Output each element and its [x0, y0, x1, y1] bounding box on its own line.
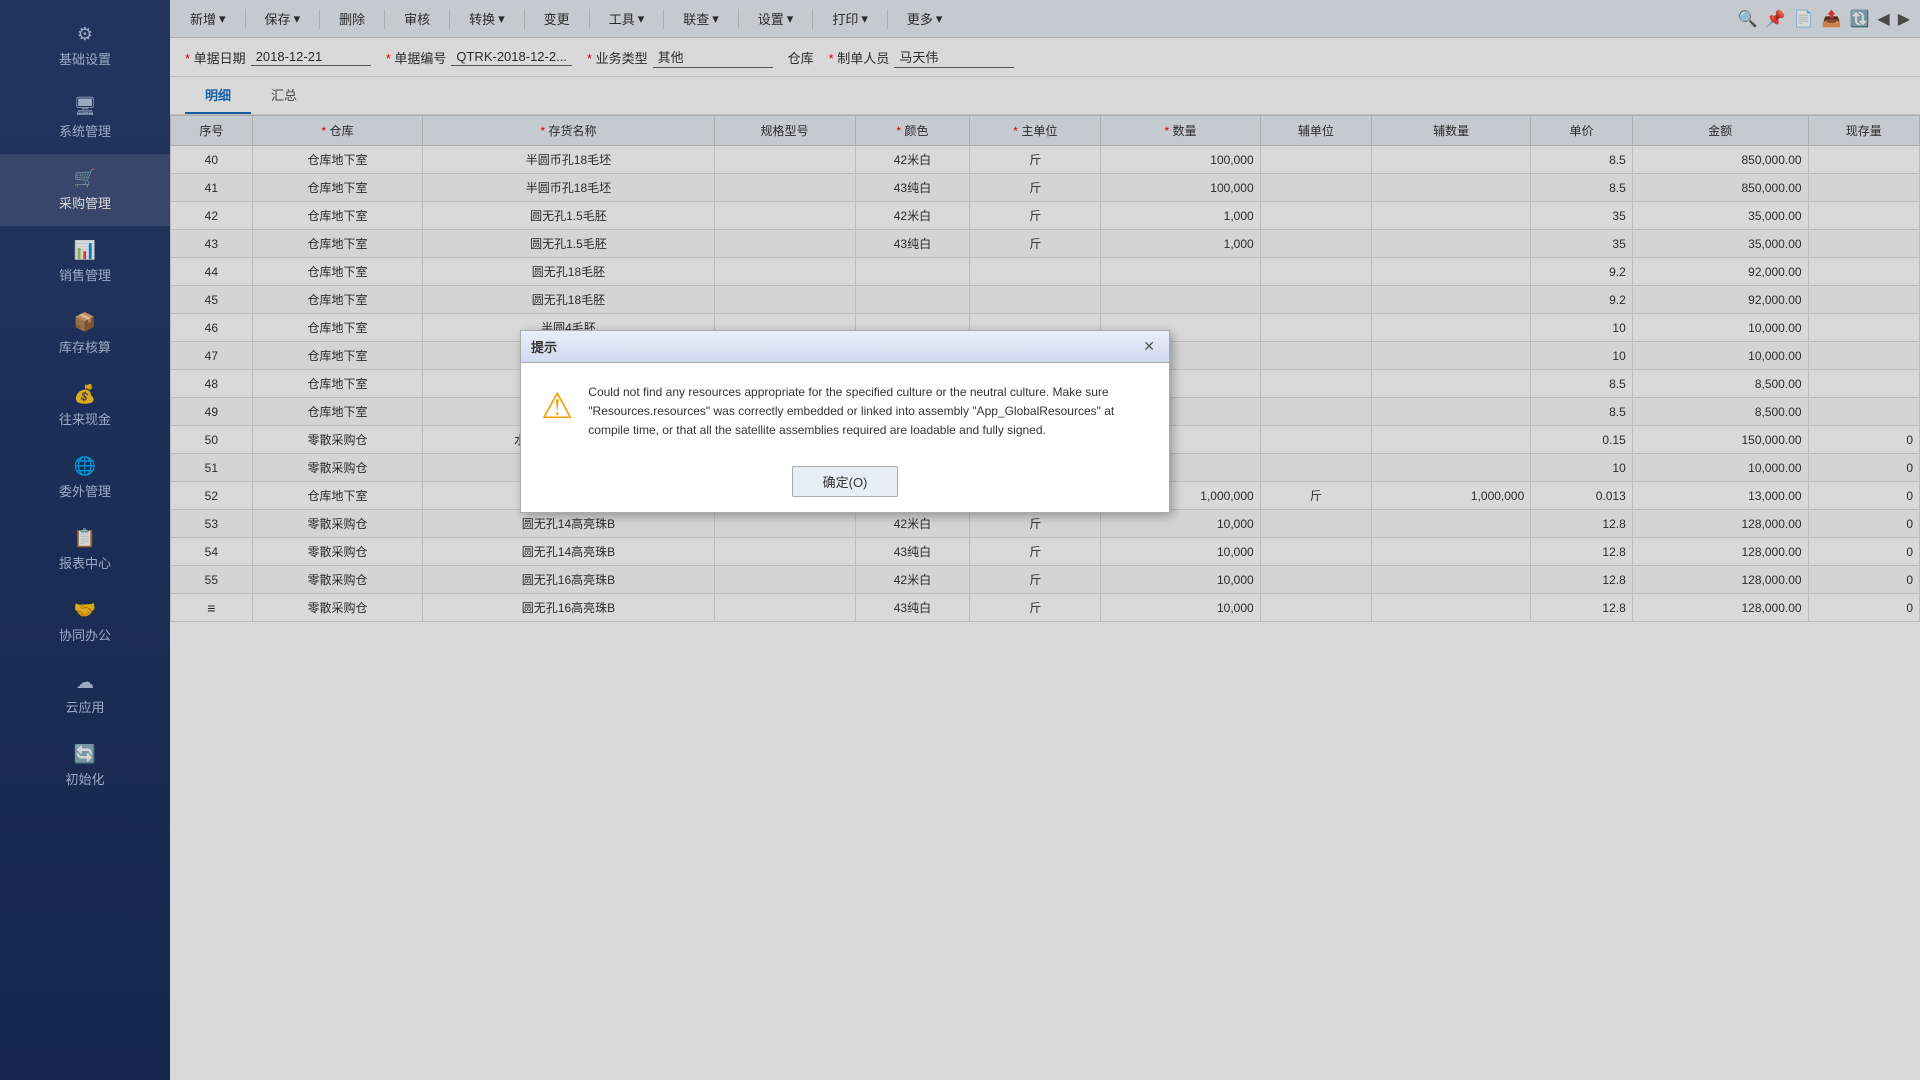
warning-icon: ⚠: [541, 385, 573, 427]
dialog-title-bar: 提示 ✕: [521, 331, 1169, 363]
dialog-overlay: 提示 ✕ ⚠ Could not find any resources appr…: [0, 0, 1920, 1080]
dialog-close-button[interactable]: ✕: [1139, 338, 1159, 355]
dialog-body: ⚠ Could not find any resources appropria…: [521, 363, 1169, 456]
dialog-message: Could not find any resources appropriate…: [588, 383, 1149, 441]
dialog-confirm-button[interactable]: 确定(O): [792, 466, 899, 497]
dialog: 提示 ✕ ⚠ Could not find any resources appr…: [520, 330, 1170, 513]
dialog-title: 提示: [531, 337, 557, 356]
dialog-footer: 确定(O): [521, 456, 1169, 512]
